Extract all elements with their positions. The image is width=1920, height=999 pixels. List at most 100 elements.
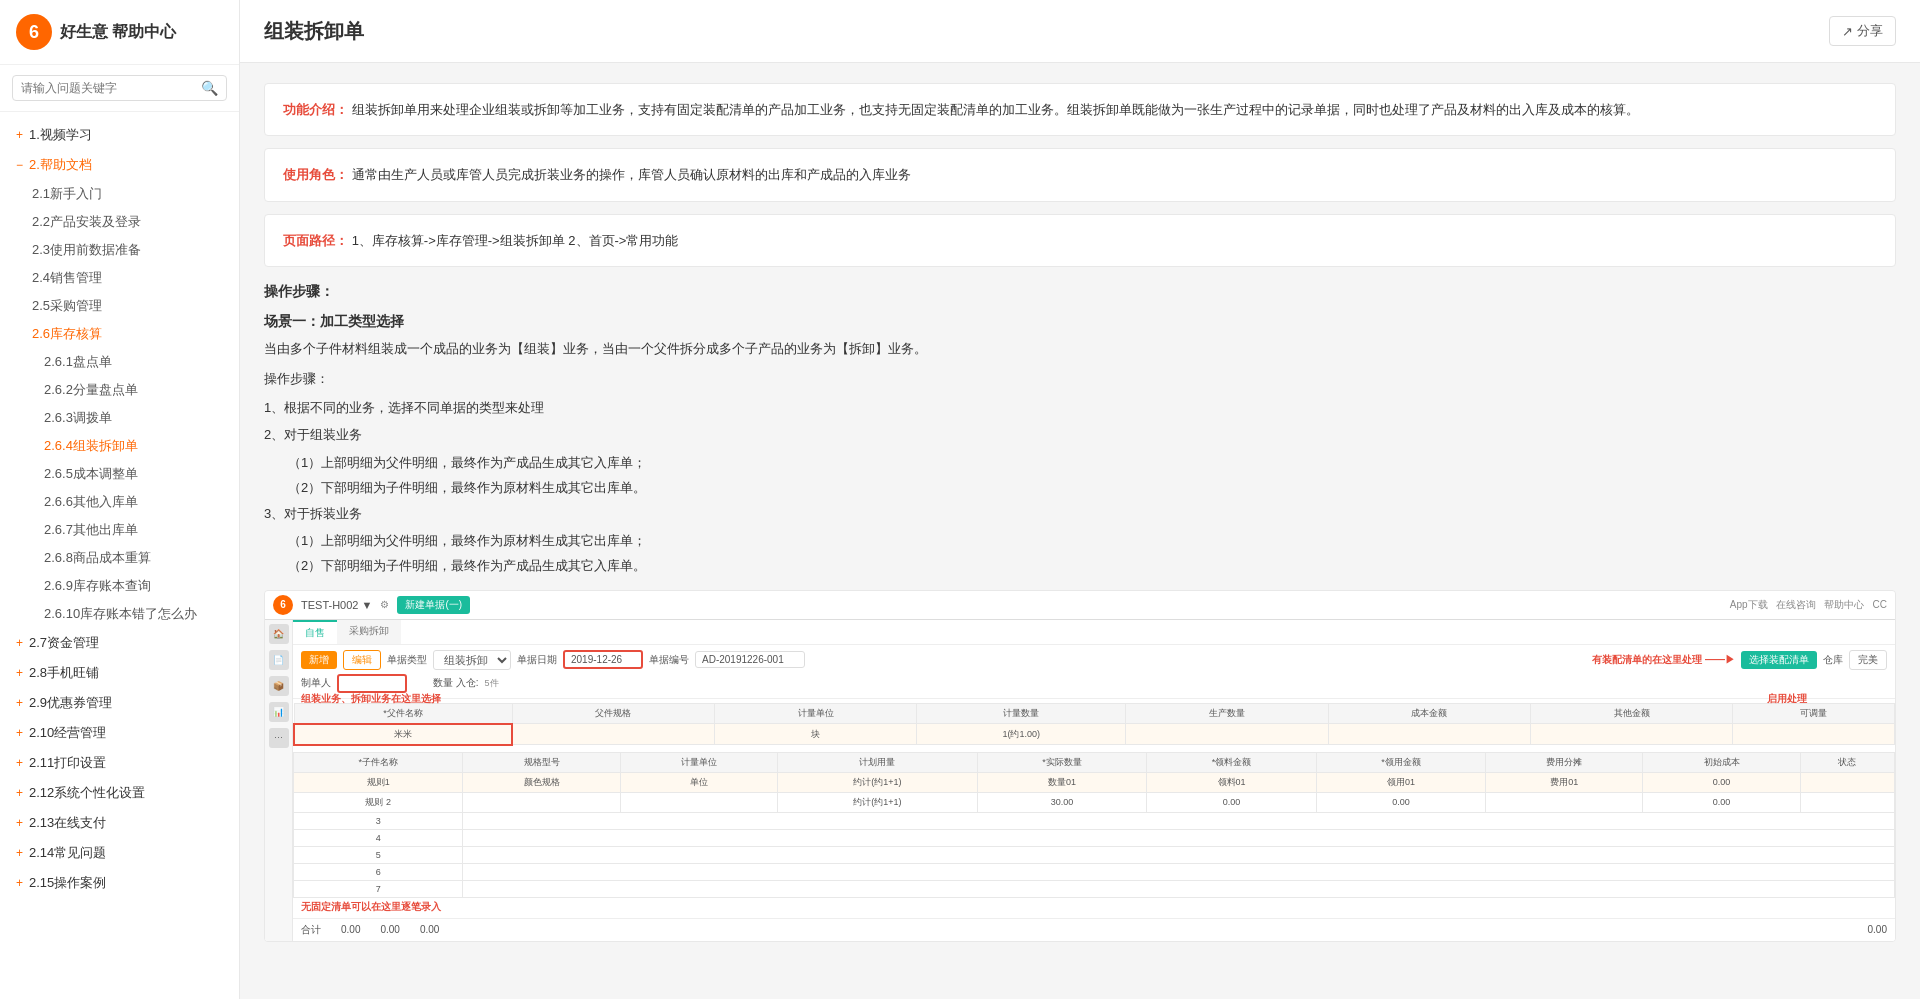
sidebar-item-cost-adj[interactable]: 2.6.5成本调整单 — [0, 460, 239, 488]
search-icon[interactable]: 🔍 — [201, 80, 218, 96]
feature-intro-text: 组装拆卸单用来处理企业组装或拆卸等加工业务，支持有固定装配清单的产品加工业务，也… — [352, 102, 1639, 117]
mock-cell-pick1: 领料01 — [1147, 772, 1316, 792]
mock-cell-initcost1: 0.00 — [1643, 772, 1800, 792]
mock-tab-caigou[interactable]: 采购拆卸 — [337, 620, 401, 644]
mock-cell-plan1: 约计(约1+1) — [777, 772, 977, 792]
mock-cell-unit-l1: 单位 — [620, 772, 777, 792]
mock-cell-status2 — [1800, 792, 1894, 812]
table-row: 4 — [294, 829, 1895, 846]
sidebar-item-print[interactable]: + 2.11打印设置 — [0, 748, 239, 778]
sidebar-item-data-prep[interactable]: 2.3使用前数据准备 — [0, 236, 239, 264]
expand-icon: + — [16, 696, 23, 710]
mock-cell-child1: 规则1 — [294, 772, 463, 792]
mock-cell-n3: 3 — [294, 812, 463, 829]
mock-th-status: 状态 — [1800, 752, 1894, 772]
sidebar-item-faq[interactable]: + 2.14常见问题 — [0, 838, 239, 868]
mock-cell-empty4 — [463, 829, 1895, 846]
step2-1: （1）上部明细为父件明细，最终作为产成品生成其它入库单； — [288, 451, 1896, 474]
sidebar-item-ledger-fix[interactable]: 2.6.10库存账本错了怎么办 — [0, 600, 239, 628]
sidebar-item-sales[interactable]: 2.4销售管理 — [0, 264, 239, 292]
mock-logo-icon: 6 — [273, 595, 293, 615]
main-header: 组装拆卸单 ↗ 分享 — [240, 0, 1920, 63]
sidebar-item-assembly[interactable]: 2.6.4组装拆卸单 — [0, 432, 239, 460]
mock-cell-avail — [1733, 724, 1895, 745]
share-button[interactable]: ↗ 分享 — [1829, 16, 1896, 46]
mock-type-select[interactable]: 组装拆卸 — [433, 650, 511, 670]
sidebar-item-install[interactable]: 2.2产品安装及登录 — [0, 208, 239, 236]
share-label: 分享 — [1857, 22, 1883, 40]
mock-cell-alloc2 — [1486, 792, 1643, 812]
mock-footer: 合计 0.00 0.00 0.00 0.00 — [293, 918, 1895, 941]
sidebar-item-beginner[interactable]: 2.1新手入门 — [0, 180, 239, 208]
search-input[interactable] — [21, 81, 201, 95]
mock-cell-empty6 — [463, 863, 1895, 880]
mock-nav-area: 🏠 📄 📦 📊 ⋯ 自售 采购拆卸 — [265, 620, 1895, 941]
sidebar-item-stock-check[interactable]: 2.6.1盘点单 — [0, 348, 239, 376]
mock-edit-btn[interactable]: 编辑 — [343, 650, 381, 670]
mock-annotation-handle: 启用处理 — [1767, 692, 1807, 706]
sidebar-item-ledger-query[interactable]: 2.6.9库存账本查询 — [0, 572, 239, 600]
sidebar-sub-label: 2.1新手入门 — [32, 185, 102, 203]
mock-upper-table-area: *父件名称 父件规格 计量单位 计量数量 生产数量 成本金额 其他金额 可调量 — [293, 703, 1895, 746]
mock-cell-alloc1: 费用01 — [1486, 772, 1643, 792]
mock-cell-unit: 块 — [714, 724, 916, 745]
sidebar-item-management[interactable]: + 2.10经营管理 — [0, 718, 239, 748]
sidebar-sub-label: 2.6.2分量盘点单 — [44, 381, 138, 399]
sidebar-item-inventory[interactable]: 2.6库存核算 — [0, 320, 239, 348]
mock-complete-btn[interactable]: 完美 — [1849, 650, 1887, 670]
sidebar-item-docs[interactable]: − 2.帮助文档 — [0, 150, 239, 180]
mock-upper-table: *父件名称 父件规格 计量单位 计量数量 生产数量 成本金额 其他金额 可调量 — [293, 703, 1895, 746]
mock-cell-actual2: 30.00 — [977, 792, 1146, 812]
sidebar-item-cost-recalc[interactable]: 2.6.8商品成本重算 — [0, 544, 239, 572]
table-row: 3 — [294, 812, 1895, 829]
sidebar-item-finance[interactable]: + 2.7资金管理 — [0, 628, 239, 658]
sidebar-item-personalize[interactable]: + 2.12系统个性化设置 — [0, 778, 239, 808]
sidebar-item-label: 2.8手机旺铺 — [29, 664, 99, 682]
step3: 3、对于拆装业务 — [264, 502, 1896, 525]
mock-label-type: 单据类型 — [387, 653, 427, 667]
sidebar: 6 好生意 帮助中心 🔍 + 1.视频学习 − 2.帮助文档 2.1新手入门 2… — [0, 0, 240, 999]
sidebar-item-label: 2.12系统个性化设置 — [29, 784, 145, 802]
steps-intro2: 操作步骤： — [264, 367, 1896, 390]
mock-new-order-btn[interactable]: 新建单据(一) — [397, 596, 470, 614]
role-text: 通常由生产人员或库管人员完成折装业务的操作，库管人员确认原材料的出库和产成品的入… — [352, 167, 911, 182]
mock-add-btn[interactable]: 新增 — [301, 651, 337, 669]
sidebar-sub-label: 2.6.5成本调整单 — [44, 465, 138, 483]
mock-th-alloc: 费用分摊 — [1486, 752, 1643, 772]
mock-cell-parent-spec — [512, 724, 714, 745]
mock-form-row1: 新增 编辑 单据类型 组装拆卸 单据日期 2019-12-26 单据编号 AD-… — [301, 650, 1887, 670]
sidebar-item-cases[interactable]: + 2.15操作案例 — [0, 868, 239, 898]
feature-intro-label: 功能介绍： — [283, 102, 348, 117]
sidebar-item-transfer[interactable]: 2.6.3调拨单 — [0, 404, 239, 432]
expand-icon: + — [16, 756, 23, 770]
mock-box-icon: 📦 — [269, 676, 289, 696]
mock-tab-zishou[interactable]: 自售 — [293, 620, 337, 644]
sidebar-item-coupon[interactable]: + 2.9优惠券管理 — [0, 688, 239, 718]
expand-icon: + — [16, 816, 23, 830]
mock-th-spec-type: 规格型号 — [463, 752, 620, 772]
sidebar-sub-label: 2.6库存核算 — [32, 325, 102, 343]
mock-cell-plan2: 约计(约1+1) — [777, 792, 977, 812]
mock-annotation-type: 组装业务、拆卸业务在这里选择 — [301, 692, 441, 706]
steps-heading: 操作步骤： — [264, 283, 1896, 301]
table-row: 规则1 颜色规格 单位 约计(约1+1) 数量01 领料01 领用01 费用01 — [294, 772, 1895, 792]
sidebar-sub-label: 2.6.6其他入库单 — [44, 493, 138, 511]
sidebar-item-label: 2.14常见问题 — [29, 844, 106, 862]
step2: 2、对于组装业务 — [264, 423, 1896, 446]
sidebar-item-other-out[interactable]: 2.6.7其他出库单 — [0, 516, 239, 544]
mock-th-parent-spec: 父件规格 — [512, 703, 714, 724]
screenshot-mockup: 6 TEST-H002 ▼ ⚙ 新建单据(一) App下载 在线咨询 帮助中心 … — [265, 591, 1895, 941]
sidebar-item-label: 2.10经营管理 — [29, 724, 106, 742]
mock-cell-spec2 — [463, 792, 620, 812]
sidebar-item-other-in[interactable]: 2.6.6其他入库单 — [0, 488, 239, 516]
mock-gear-icon: ⚙ — [380, 599, 389, 610]
sidebar-item-online-pay[interactable]: + 2.13在线支付 — [0, 808, 239, 838]
sidebar-item-videos[interactable]: + 1.视频学习 — [0, 120, 239, 150]
mock-choose-bom-btn[interactable]: 选择装配清单 — [1741, 651, 1817, 669]
expand-icon: + — [16, 666, 23, 680]
mock-cell-other-amt — [1530, 724, 1732, 745]
sidebar-item-mobile[interactable]: + 2.8手机旺铺 — [0, 658, 239, 688]
sidebar-item-partial-check[interactable]: 2.6.2分量盘点单 — [0, 376, 239, 404]
sidebar-item-purchase[interactable]: 2.5采购管理 — [0, 292, 239, 320]
mock-maker-input[interactable] — [337, 674, 407, 693]
